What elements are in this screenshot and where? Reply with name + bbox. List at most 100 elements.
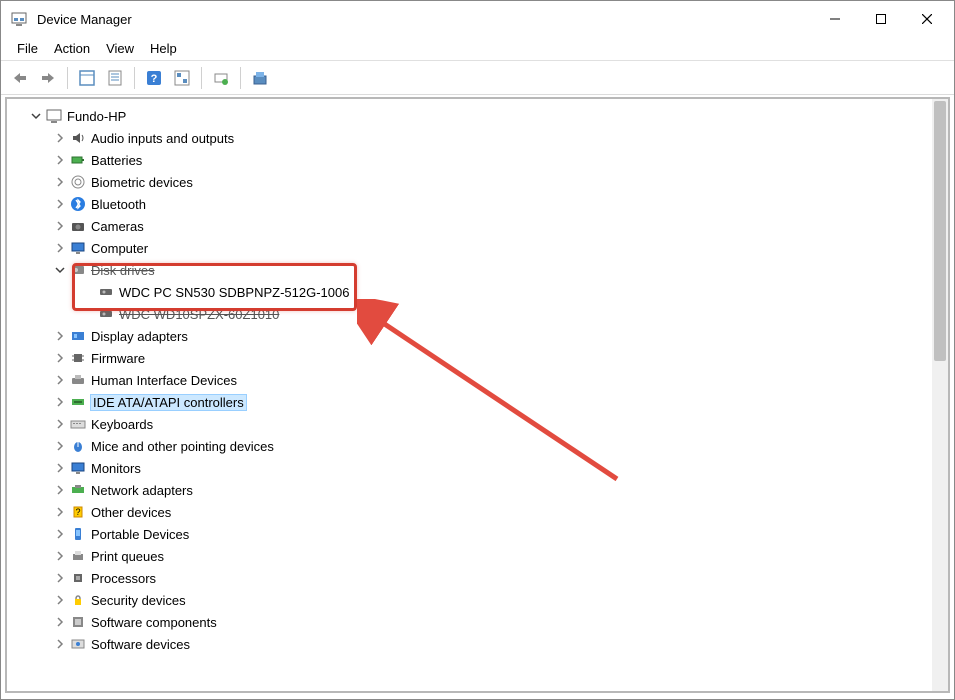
fingerprint-icon [69, 173, 87, 191]
tree-item-firmware[interactable]: Firmware [11, 347, 948, 369]
node-label: Cameras [91, 219, 144, 234]
cpu-icon [69, 569, 87, 587]
expander-icon[interactable] [53, 593, 67, 607]
properties-button[interactable] [102, 65, 128, 91]
help-button[interactable]: ? [141, 65, 167, 91]
content-area: Fundo-HP Audio inputs and outputs Batter… [5, 97, 950, 693]
tree-item-sw-devices[interactable]: Software devices [11, 633, 948, 655]
expander-icon[interactable] [53, 527, 67, 541]
expander-icon[interactable] [53, 505, 67, 519]
node-label: Display adapters [91, 329, 188, 344]
portable-device-icon [69, 525, 87, 543]
expander-icon[interactable] [53, 131, 67, 145]
expander-icon[interactable] [53, 153, 67, 167]
expander-icon[interactable] [53, 571, 67, 585]
node-label: Firmware [91, 351, 145, 366]
node-label: WDC PC SN530 SDBPNPZ-512G-1006 [119, 285, 349, 300]
console-tree-button[interactable] [169, 65, 195, 91]
minimize-button[interactable] [812, 3, 858, 35]
expander-icon[interactable] [53, 219, 67, 233]
close-button[interactable] [904, 3, 950, 35]
menu-action[interactable]: Action [46, 39, 98, 58]
node-label: Software devices [91, 637, 190, 652]
tree-item-biometric[interactable]: Biometric devices [11, 171, 948, 193]
expander-icon[interactable] [53, 373, 67, 387]
scan-hardware-button[interactable] [208, 65, 234, 91]
tree-item-display[interactable]: Display adapters [11, 325, 948, 347]
expander-icon[interactable] [53, 637, 67, 651]
battery-icon [69, 151, 87, 169]
menu-view[interactable]: View [98, 39, 142, 58]
expander-icon[interactable] [53, 351, 67, 365]
expander-icon[interactable] [29, 109, 43, 123]
expander-icon[interactable] [53, 549, 67, 563]
tree-item-ide[interactable]: IDE ATA/ATAPI controllers [11, 391, 948, 413]
toolbar-separator [134, 67, 135, 89]
tree-item-disk-drives[interactable]: Disk drives [11, 259, 948, 281]
tree-item-disk-wdc-sn530[interactable]: · WDC PC SN530 SDBPNPZ-512G-1006 [11, 281, 948, 303]
expander-icon[interactable] [53, 241, 67, 255]
tree-item-network[interactable]: Network adapters [11, 479, 948, 501]
forward-button[interactable] [35, 65, 61, 91]
menu-help[interactable]: Help [142, 39, 185, 58]
expander-icon[interactable] [53, 461, 67, 475]
tree-item-portable[interactable]: Portable Devices [11, 523, 948, 545]
ide-controller-icon [69, 393, 87, 411]
add-hardware-button[interactable] [247, 65, 273, 91]
scrollbar-thumb[interactable] [934, 101, 946, 361]
expander-icon[interactable] [53, 417, 67, 431]
monitor-icon [69, 459, 87, 477]
show-hide-console-button[interactable] [74, 65, 100, 91]
node-label: Print queues [91, 549, 164, 564]
vertical-scrollbar[interactable] [932, 99, 948, 691]
computer-root-icon [45, 107, 63, 125]
tree-item-processors[interactable]: Processors [11, 567, 948, 589]
unknown-device-icon: ? [69, 503, 87, 521]
tree-item-print[interactable]: Print queues [11, 545, 948, 567]
titlebar: Device Manager [1, 1, 954, 37]
drive-icon [97, 305, 115, 323]
tree-item-mice[interactable]: Mice and other pointing devices [11, 435, 948, 457]
tree-item-other[interactable]: ? Other devices [11, 501, 948, 523]
node-label: Portable Devices [91, 527, 189, 542]
expander-icon[interactable] [53, 263, 67, 277]
component-icon [69, 613, 87, 631]
tree-item-keyboards[interactable]: Keyboards [11, 413, 948, 435]
back-button[interactable] [7, 65, 33, 91]
monitor-icon [69, 239, 87, 257]
device-tree[interactable]: Fundo-HP Audio inputs and outputs Batter… [7, 99, 948, 691]
expander-icon[interactable] [53, 615, 67, 629]
tree-item-monitors[interactable]: Monitors [11, 457, 948, 479]
tree-item-audio[interactable]: Audio inputs and outputs [11, 127, 948, 149]
menubar: File Action View Help [1, 37, 954, 61]
node-label: Fundo-HP [67, 109, 126, 124]
tree-item-batteries[interactable]: Batteries [11, 149, 948, 171]
node-label: Batteries [91, 153, 142, 168]
software-device-icon [69, 635, 87, 653]
tree-item-computer[interactable]: Computer [11, 237, 948, 259]
toolbar: ? [1, 61, 954, 95]
expander-icon[interactable] [53, 483, 67, 497]
node-label: Keyboards [91, 417, 153, 432]
expander-icon[interactable] [53, 395, 67, 409]
menu-file[interactable]: File [9, 39, 46, 58]
tree-root[interactable]: Fundo-HP [11, 105, 948, 127]
expander-icon[interactable] [53, 197, 67, 211]
expander-icon[interactable] [53, 175, 67, 189]
node-label: Audio inputs and outputs [91, 131, 234, 146]
tree-item-cameras[interactable]: Cameras [11, 215, 948, 237]
expander-icon[interactable] [53, 439, 67, 453]
chip-icon [69, 349, 87, 367]
node-label: Security devices [91, 593, 186, 608]
tree-item-sw-components[interactable]: Software components [11, 611, 948, 633]
maximize-button[interactable] [858, 3, 904, 35]
tree-item-hid[interactable]: Human Interface Devices [11, 369, 948, 391]
tree-item-security[interactable]: Security devices [11, 589, 948, 611]
disk-icon [69, 261, 87, 279]
drive-icon [97, 283, 115, 301]
toolbar-separator [240, 67, 241, 89]
expander-icon[interactable] [53, 329, 67, 343]
tree-item-bluetooth[interactable]: Bluetooth [11, 193, 948, 215]
tree-item-disk-other[interactable]: · WDC WD10SPZX-60Z1010 [11, 303, 948, 325]
node-label: Human Interface Devices [91, 373, 237, 388]
